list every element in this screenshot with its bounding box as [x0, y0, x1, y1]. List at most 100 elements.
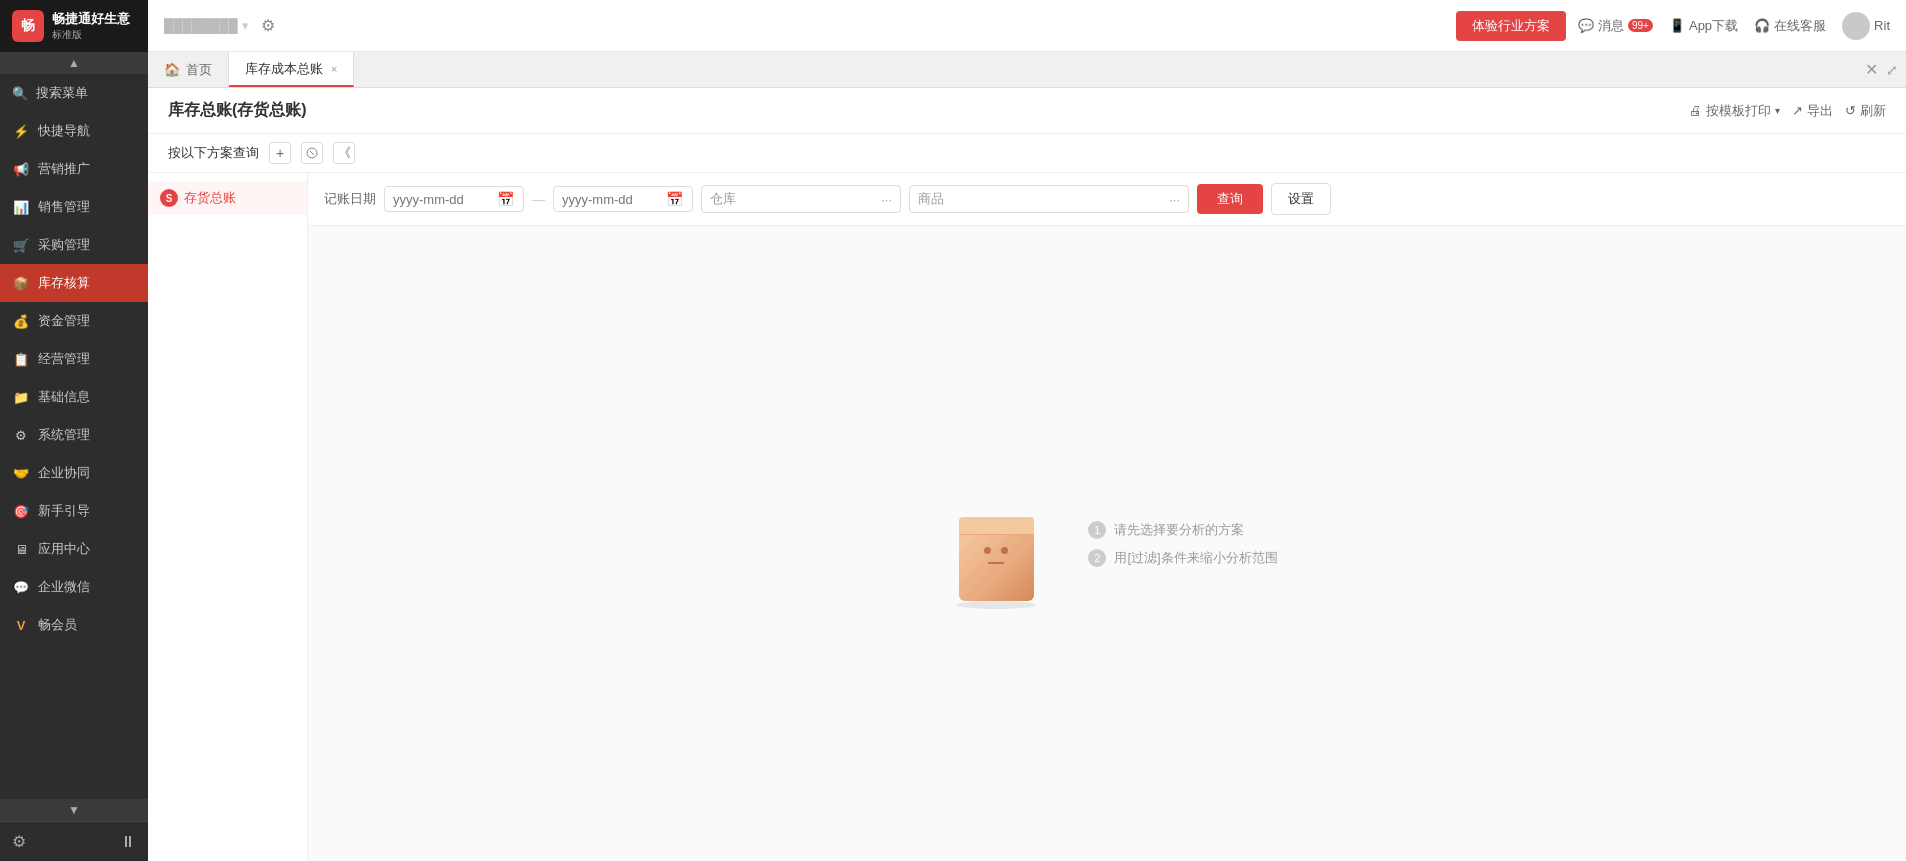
goods-more-icon[interactable]: ···: [1169, 192, 1180, 207]
collapse-icon[interactable]: ⏸: [120, 833, 136, 851]
export-icon: ↗: [1792, 103, 1803, 118]
data-area: 1 请先选择要分析的方案 2 用[过滤]条件来缩小分析范围: [308, 226, 1906, 861]
empty-state: 1 请先选择要分析的方案 2 用[过滤]条件来缩小分析范围: [936, 479, 1277, 609]
date-end-field[interactable]: [562, 192, 662, 207]
sidebar-item-system[interactable]: ⚙ 系统管理: [0, 416, 148, 454]
breadcrumb-chevron: ▾: [242, 18, 249, 33]
finance-icon: 💰: [12, 312, 30, 330]
scheme-item-label: 存货总账: [184, 189, 236, 207]
sidebar-bottom: ⚙ ⏸: [0, 821, 148, 861]
panel-close-btn[interactable]: ✕: [1865, 60, 1878, 79]
user-avatar: [1842, 12, 1870, 40]
sidebar-item-member[interactable]: V 畅会员: [0, 606, 148, 644]
print-icon: 🖨: [1689, 103, 1702, 118]
sidebar-nav: 🔍 搜索菜单 ⚡ 快捷导航 📢 营销推广 📊 销售管理 🛒 采购管理 📦 库存核…: [0, 74, 148, 799]
online-support-label: 在线客服: [1774, 17, 1826, 35]
sidebar-scroll-up[interactable]: ▲: [0, 52, 148, 74]
message-icon: 💬: [1578, 18, 1594, 33]
phone-icon: 📱: [1669, 18, 1685, 33]
home-icon: 🏠: [164, 62, 180, 77]
sidebar-item-inventory[interactable]: 📦 库存核算: [0, 264, 148, 302]
sidebar-search[interactable]: 🔍 搜索菜单: [0, 74, 148, 112]
date-end-input[interactable]: 📅: [553, 186, 693, 212]
industry-btn[interactable]: 体验行业方案: [1456, 11, 1566, 41]
filter-settings-btn[interactable]: [301, 142, 323, 164]
member-icon: V: [12, 616, 30, 634]
hint-item-2: 2 用[过滤]条件来缩小分析范围: [1088, 549, 1277, 567]
condition-row: 记账日期 📅 — 📅 仓库 ··· 商品: [308, 173, 1906, 226]
sidebar-item-newbie[interactable]: 🎯 新手引导: [0, 492, 148, 530]
online-support-btn[interactable]: 🎧 在线客服: [1754, 17, 1826, 35]
marketing-icon: 📢: [12, 160, 30, 178]
hint-text-1: 请先选择要分析的方案: [1114, 521, 1244, 539]
headset-icon: 🎧: [1754, 18, 1770, 33]
hint-num-1: 1: [1088, 521, 1106, 539]
print-chevron: ▾: [1775, 105, 1780, 116]
wechat-icon: 💬: [12, 578, 30, 596]
empty-illustration: [936, 479, 1056, 609]
query-btn[interactable]: 查询: [1197, 184, 1263, 214]
appstore-icon: 🖥: [12, 540, 30, 558]
basic-icon: 📁: [12, 388, 30, 406]
sidebar-item-sales[interactable]: 📊 销售管理: [0, 188, 148, 226]
message-label: 消息: [1598, 17, 1624, 35]
warehouse-more-icon[interactable]: ···: [881, 192, 892, 207]
panel-expand-btn[interactable]: ⤢: [1886, 62, 1898, 78]
filter-collapse-btn[interactable]: 《: [333, 142, 355, 164]
sidebar-item-label: 快捷导航: [38, 122, 90, 140]
sidebar-item-collab[interactable]: 🤝 企业协同: [0, 454, 148, 492]
scheme-item-inventory[interactable]: S 存货总账: [148, 181, 307, 215]
tab-inventory-ledger[interactable]: 库存成本总账 ×: [229, 52, 354, 87]
page-header: 库存总账(存货总账) 🖨 按模板打印 ▾ ↗ 导出 ↺ 刷新: [148, 88, 1906, 134]
tab-close-btn[interactable]: ×: [331, 63, 337, 75]
filter-label: 按以下方案查询: [168, 144, 259, 162]
sidebar: 畅 畅捷通好生意 标准版 ▲ 🔍 搜索菜单 ⚡ 快捷导航 📢 营销推广 📊 销售…: [0, 0, 148, 861]
right-panel: 记账日期 📅 — 📅 仓库 ··· 商品: [308, 173, 1906, 861]
tab-active-label: 库存成本总账: [245, 60, 323, 78]
sidebar-item-basic[interactable]: 📁 基础信息: [0, 378, 148, 416]
sidebar-item-operations[interactable]: 📋 经营管理: [0, 340, 148, 378]
print-btn[interactable]: 🖨 按模板打印 ▾: [1689, 102, 1780, 120]
hint-item-1: 1 请先选择要分析的方案: [1088, 521, 1277, 539]
breadcrumb: ████████ ▾: [164, 18, 249, 33]
tab-home-label: 首页: [186, 61, 212, 79]
tabbar-right-actions: ✕ ⤢: [1865, 52, 1906, 87]
sidebar-scroll-down[interactable]: ▼: [0, 799, 148, 821]
filter-add-btn[interactable]: +: [269, 142, 291, 164]
sidebar-item-wechat[interactable]: 💬 企业微信: [0, 568, 148, 606]
date-start-input[interactable]: 📅: [384, 186, 524, 212]
sidebar-item-quick-nav[interactable]: ⚡ 快捷导航: [0, 112, 148, 150]
app-download-btn[interactable]: 📱 App下载: [1669, 17, 1738, 35]
calendar-end-icon[interactable]: 📅: [666, 191, 683, 207]
goods-select[interactable]: 商品 ···: [909, 185, 1189, 213]
sidebar-item-marketing[interactable]: 📢 营销推广: [0, 150, 148, 188]
date-start-field[interactable]: [393, 192, 493, 207]
page-title: 库存总账(存货总账): [168, 100, 307, 121]
box-face: [984, 547, 1008, 564]
breadcrumb-user: ████████: [164, 18, 238, 33]
mouth: [988, 562, 1004, 564]
user-name: Rit: [1874, 18, 1890, 33]
purchase-icon: 🛒: [12, 236, 30, 254]
message-btn[interactable]: 💬 消息 99+: [1578, 17, 1653, 35]
tab-home[interactable]: 🏠 首页: [148, 52, 229, 87]
warehouse-select[interactable]: 仓库 ···: [701, 185, 901, 213]
user-avatar-area[interactable]: Rit: [1842, 12, 1890, 40]
export-btn[interactable]: ↗ 导出: [1792, 102, 1833, 120]
page-header-actions: 🖨 按模板打印 ▾ ↗ 导出 ↺ 刷新: [1689, 102, 1886, 120]
sidebar-search-label: 搜索菜单: [36, 84, 88, 102]
refresh-btn[interactable]: ↺ 刷新: [1845, 102, 1886, 120]
warehouse-label: 仓库: [710, 190, 736, 208]
settings-icon[interactable]: ⚙: [12, 832, 26, 851]
calendar-start-icon[interactable]: 📅: [497, 191, 514, 207]
sidebar-item-appstore[interactable]: 🖥 应用中心: [0, 530, 148, 568]
scheme-panel: S 存货总账: [148, 173, 308, 861]
topbar-gear-icon[interactable]: ⚙: [261, 16, 275, 35]
scheme-item-icon: S: [160, 189, 178, 207]
sidebar-item-finance[interactable]: 💰 资金管理: [0, 302, 148, 340]
sidebar-item-purchase[interactable]: 🛒 采购管理: [0, 226, 148, 264]
quick-nav-icon: ⚡: [12, 122, 30, 140]
settings-btn[interactable]: 设置: [1271, 183, 1331, 215]
empty-hints: 1 请先选择要分析的方案 2 用[过滤]条件来缩小分析范围: [1088, 521, 1277, 567]
newbie-icon: 🎯: [12, 502, 30, 520]
